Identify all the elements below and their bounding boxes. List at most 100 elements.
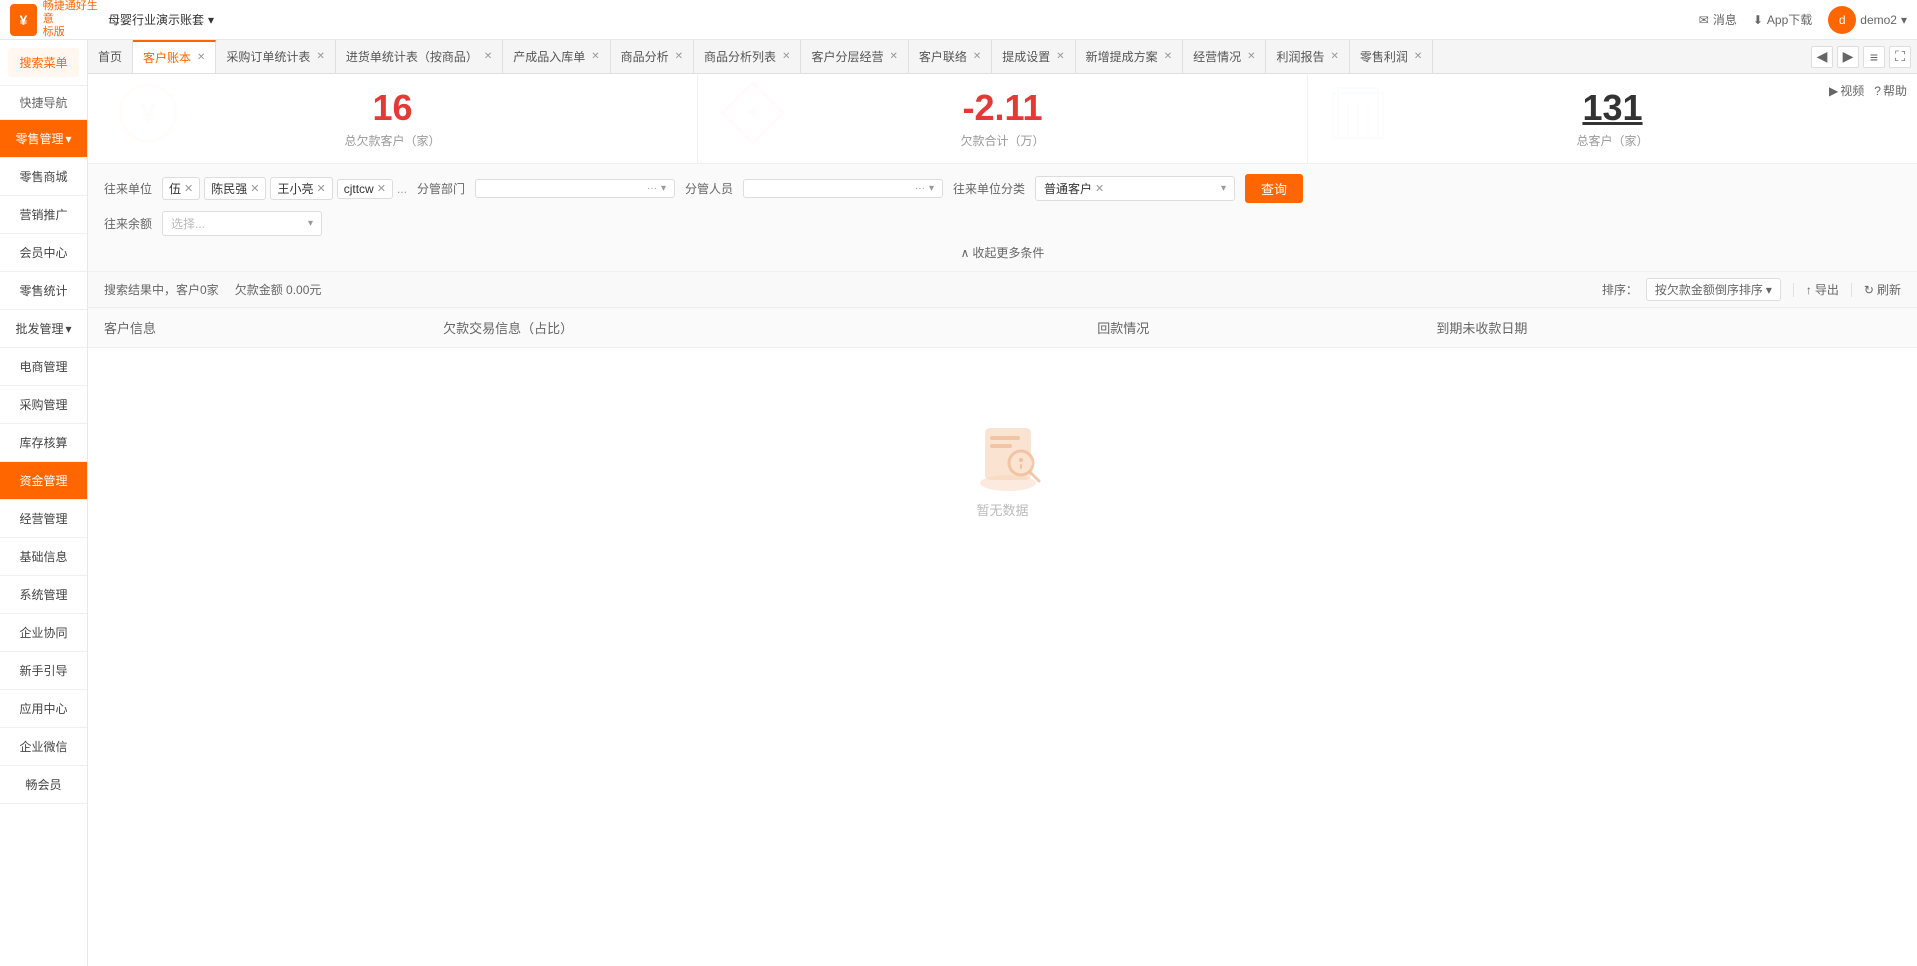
- dept-arrow-icon: ▾: [661, 183, 666, 194]
- help-link[interactable]: ? 帮助: [1874, 82, 1907, 99]
- tab-product-analysis[interactable]: 商品分析 ✕: [611, 40, 694, 74]
- remainder-arrow-icon: ▾: [308, 218, 313, 229]
- sidebar-item-new-guide[interactable]: 新手引导: [0, 652, 87, 690]
- tab-close-icon[interactable]: ✕: [889, 51, 897, 62]
- sidebar-item-retail-mgmt[interactable]: 零售管理 ▾: [0, 120, 87, 158]
- filter-row-1: 往来单位 伍 ✕ 陈民强 ✕ 王小亮 ✕: [104, 174, 1901, 203]
- tab-purchase-order-stats[interactable]: 采购订单统计表 ✕: [216, 40, 335, 74]
- col-repayment: 回款情况: [1081, 308, 1420, 348]
- sort-select[interactable]: 按欠款金额倒序排序 ▾: [1646, 278, 1781, 301]
- tab-customer-accounts[interactable]: 客户账本 ✕: [133, 40, 216, 74]
- logo-icon: ¥: [10, 4, 37, 36]
- remove-tag-0[interactable]: ✕: [184, 182, 193, 195]
- sidebar-item-member-center[interactable]: 会员中心: [0, 234, 87, 272]
- query-button[interactable]: 查询: [1245, 174, 1303, 203]
- sidebar-item-app-center[interactable]: 应用中心: [0, 690, 87, 728]
- search-menu-button[interactable]: 搜索菜单: [8, 48, 79, 77]
- export-button[interactable]: ↑ 导出: [1806, 281, 1839, 298]
- tab-prompt-settings[interactable]: 提成设置 ✕: [992, 40, 1075, 74]
- collapse-icon: ∧: [961, 246, 970, 260]
- total-customers-value[interactable]: 131: [1582, 88, 1642, 128]
- unit-tag-1: 陈民强 ✕: [204, 177, 266, 200]
- remove-tag-2[interactable]: ✕: [317, 182, 326, 195]
- refresh-button[interactable]: ↻ 刷新: [1864, 281, 1901, 298]
- data-table: 客户信息 欠款交易信息（占比） 回款情况 到期未收款日期: [88, 308, 1917, 348]
- sidebar-item-inventory[interactable]: 库存核算: [0, 424, 87, 462]
- tab-close-icon[interactable]: ✕: [1414, 51, 1422, 62]
- remove-tag-3[interactable]: ✕: [377, 182, 386, 195]
- tab-home[interactable]: 首页: [88, 40, 133, 74]
- quick-nav-button[interactable]: 快捷导航: [0, 86, 87, 120]
- tab-retail-profit[interactable]: 零售利润 ✕: [1350, 40, 1433, 74]
- tab-product-analysis-list[interactable]: 商品分析列表 ✕: [694, 40, 801, 74]
- tab-prev-btn[interactable]: ◀: [1811, 46, 1833, 68]
- remainder-select[interactable]: 选择... ▾: [162, 211, 322, 236]
- stat-total-arrears-customers: ¥ 16 总欠款客户（家）: [88, 74, 698, 163]
- col-due-date: 到期未收款日期: [1420, 308, 1917, 348]
- tab-incoming-stats[interactable]: 进货单统计表（按商品） ✕: [336, 40, 503, 74]
- sidebar-item-finance-mgmt[interactable]: 资金管理: [0, 462, 87, 500]
- unit-tag-2: 王小亮 ✕: [270, 177, 332, 200]
- demo-selector[interactable]: 母婴行业演示账套 ▾: [98, 11, 1699, 28]
- tab-close-icon[interactable]: ✕: [973, 51, 981, 62]
- person-label: 分管人员: [685, 180, 733, 197]
- stats-bar: ¥ 16 总欠款客户（家） ✦ -2.11 欠款合计（万）: [88, 74, 1917, 164]
- more-tags-btn[interactable]: ...: [397, 182, 407, 196]
- unit-label: 往来单位: [104, 180, 152, 197]
- sidebar-item-purchase-mgmt[interactable]: 采购管理: [0, 386, 87, 424]
- tab-close-icon[interactable]: ✕: [1056, 51, 1064, 62]
- message-btn[interactable]: ✉ 消息: [1699, 11, 1737, 28]
- logo-area: ¥ 畅捷通好生意 标版: [10, 0, 98, 39]
- tab-close-icon[interactable]: ✕: [591, 51, 599, 62]
- app-download-btn[interactable]: ⬇ App下载: [1753, 11, 1812, 28]
- sidebar-item-marketing[interactable]: 营销推广: [0, 196, 87, 234]
- tab-close-icon[interactable]: ✕: [675, 51, 683, 62]
- remove-unit-class-tag[interactable]: ✕: [1095, 182, 1104, 195]
- chevron-icon: ▾: [65, 322, 71, 336]
- collapse-button[interactable]: ∧ 收起更多条件: [961, 244, 1045, 261]
- tab-close-icon[interactable]: ✕: [782, 51, 790, 62]
- user-menu[interactable]: d demo2 ▾: [1828, 6, 1907, 34]
- tab-close-icon[interactable]: ✕: [316, 51, 324, 62]
- tab-close-icon[interactable]: ✕: [1164, 51, 1172, 62]
- sidebar-item-enterprise-wechat[interactable]: 企业微信: [0, 728, 87, 766]
- tab-close-icon[interactable]: ✕: [484, 51, 492, 62]
- tab-customer-segment[interactable]: 客户分层经营 ✕: [801, 40, 908, 74]
- export-icon: ↑: [1806, 283, 1812, 297]
- tab-operations-status[interactable]: 经营情况 ✕: [1183, 40, 1266, 74]
- tab-bar: 首页 客户账本 ✕ 采购订单统计表 ✕ 进货单统计表（按商品） ✕ 产成品入库单…: [88, 40, 1917, 74]
- video-link[interactable]: ▶ 视频: [1829, 82, 1864, 99]
- sidebar-item-sys-mgmt[interactable]: 系统管理: [0, 576, 87, 614]
- tab-close-icon[interactable]: ✕: [1247, 51, 1255, 62]
- tab-production-inbound[interactable]: 产成品入库单 ✕: [503, 40, 610, 74]
- remove-tag-1[interactable]: ✕: [250, 182, 259, 195]
- tab-customer-contact[interactable]: 客户联络 ✕: [909, 40, 992, 74]
- sidebar-item-retail-stats[interactable]: 零售统计: [0, 272, 87, 310]
- avatar: d: [1828, 6, 1856, 34]
- empty-icon: [963, 408, 1043, 488]
- tab-new-prompt-plan[interactable]: 新增提成方案 ✕: [1076, 40, 1183, 74]
- col-customer-info: 客户信息: [88, 308, 427, 348]
- sidebar-item-enterprise-collab[interactable]: 企业协同: [0, 614, 87, 652]
- result-summary: 搜索结果中，客户0家: [104, 281, 219, 298]
- svg-text:¥: ¥: [140, 98, 156, 129]
- sidebar-item-operations[interactable]: 经营管理: [0, 500, 87, 538]
- stat-total-customers: ▶ 视频 ? 帮助: [1308, 74, 1917, 163]
- tab-menu-btn[interactable]: ≡: [1863, 46, 1885, 68]
- sidebar-item-batch-mgmt[interactable]: 批发管理 ▾: [0, 310, 87, 348]
- tab-profit-report[interactable]: 利润报告 ✕: [1266, 40, 1349, 74]
- dept-select[interactable]: ··· ▾: [475, 179, 675, 198]
- unit-tags: 伍 ✕ 陈民强 ✕ 王小亮 ✕ cjttcw ✕: [162, 177, 407, 200]
- sidebar-item-basic-info[interactable]: 基础信息: [0, 538, 87, 576]
- tab-close-icon[interactable]: ✕: [1331, 51, 1339, 62]
- sidebar-item-retail-mall[interactable]: 零售商城: [0, 158, 87, 196]
- arrears-total-value: -2.11: [962, 88, 1042, 128]
- dept-extra-icon: ···: [647, 183, 657, 194]
- tab-close-icon[interactable]: ✕: [197, 52, 205, 63]
- sidebar-item-vip-member[interactable]: 畅会员: [0, 766, 87, 804]
- person-select[interactable]: ··· ▾: [743, 179, 943, 198]
- sidebar-item-ecommerce[interactable]: 电商管理: [0, 348, 87, 386]
- tab-fullscreen-btn[interactable]: ⛶: [1889, 46, 1911, 68]
- unit-class-select[interactable]: 普通客户 ✕ ▾: [1035, 176, 1235, 201]
- tab-next-btn[interactable]: ▶: [1837, 46, 1859, 68]
